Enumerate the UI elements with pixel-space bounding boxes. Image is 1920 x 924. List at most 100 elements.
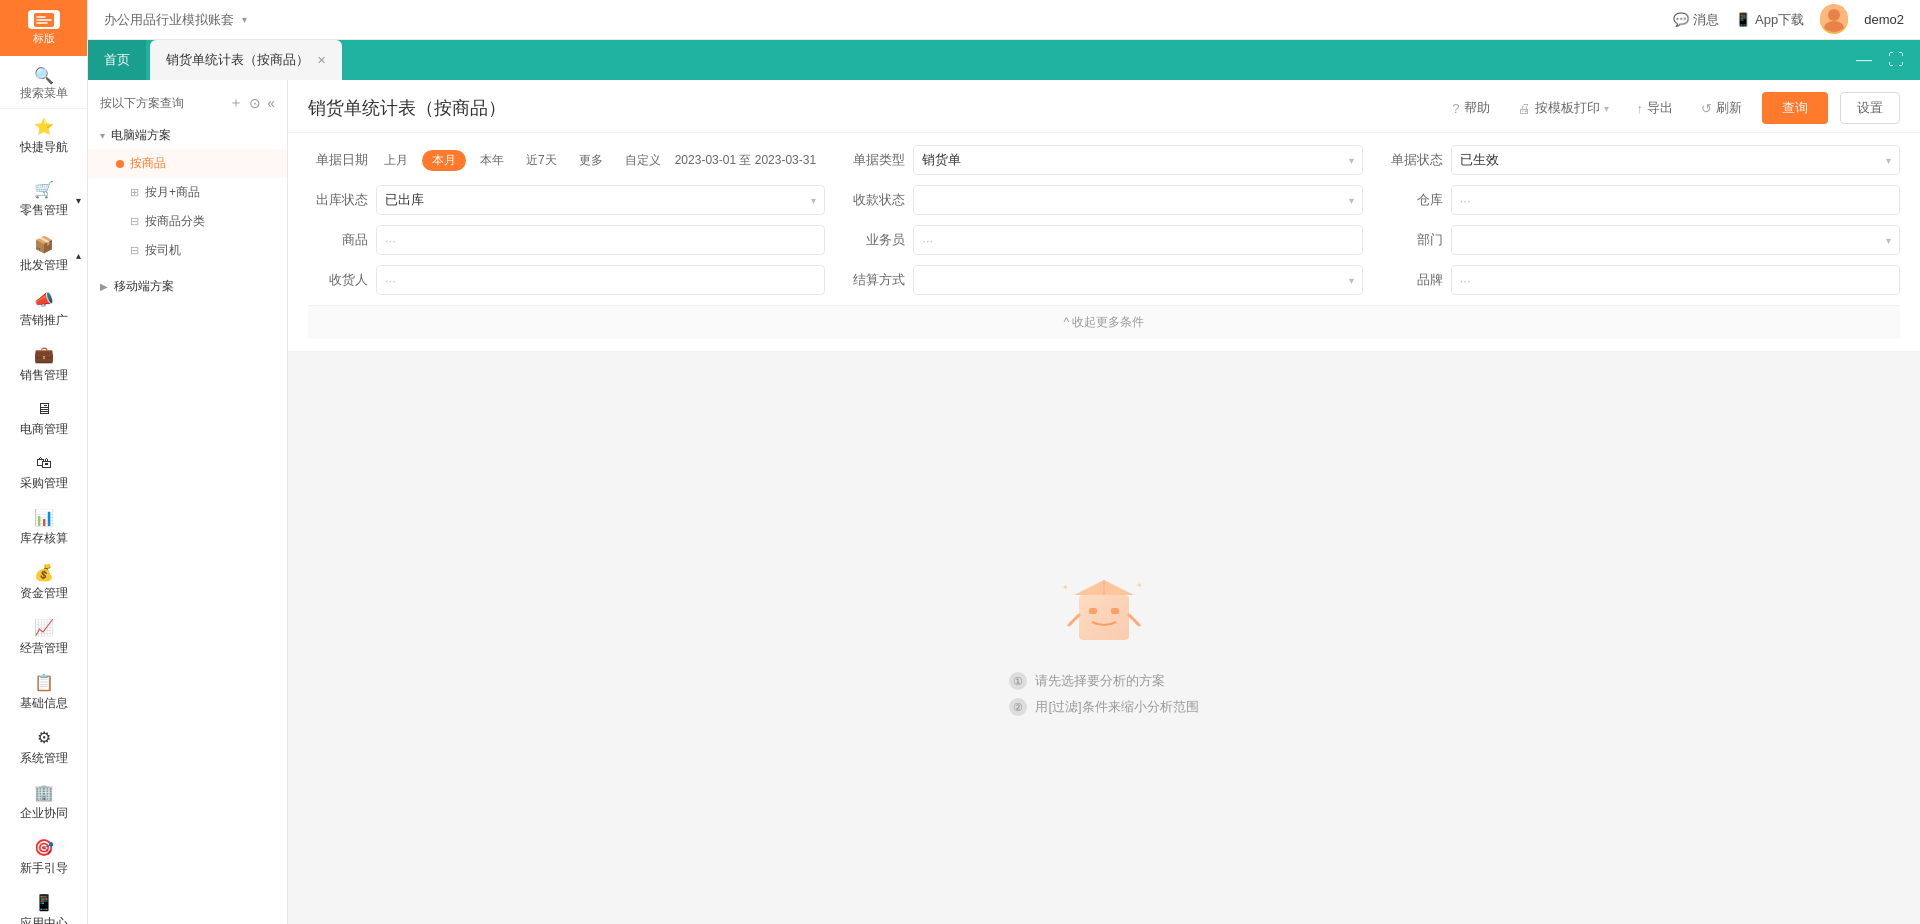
app-subtitle: 标版 xyxy=(33,31,55,46)
user-name: demo2 xyxy=(1864,12,1904,27)
purchase-label: 采购管理 xyxy=(20,475,68,492)
tree-mobile-title[interactable]: ▶ 移动端方案 xyxy=(88,273,287,300)
by-machine-label: 按司机 xyxy=(145,242,181,259)
sidebar-item-basic-info[interactable]: 📋 基础信息 xyxy=(0,665,87,720)
print-btn[interactable]: 🖨 按模板打印 ▾ xyxy=(1510,95,1617,121)
marketing-icon: 📣 xyxy=(34,290,54,309)
sidebar-item-app-center[interactable]: 📱 应用中心 xyxy=(0,885,87,924)
help-btn[interactable]: ? 帮助 xyxy=(1444,95,1497,121)
out-status-label: 出库状态 xyxy=(308,191,376,209)
brand-dots: ··· xyxy=(1460,273,1471,288)
salesperson-dots: ··· xyxy=(922,233,933,248)
tree-item-by-month-product[interactable]: ⊞ 按月+商品 xyxy=(88,178,287,207)
export-icon: ↑ xyxy=(1637,101,1644,116)
sales-icon: 💼 xyxy=(34,345,54,364)
sidebar-item-ecommerce[interactable]: 🖥 电商管理 xyxy=(0,392,87,446)
shortcut-more[interactable]: 更多 xyxy=(571,150,611,171)
tree-desktop-arrow: ▾ xyxy=(100,130,105,141)
app-download-btn[interactable]: 📱 App下载 xyxy=(1735,11,1804,29)
panel-settings-icon[interactable]: ⊙ xyxy=(249,95,261,111)
tab-bar-right-actions: — ⛶ xyxy=(1852,47,1920,73)
collapse-bar[interactable]: ^ 收起更多条件 xyxy=(308,305,1900,339)
svg-line-9 xyxy=(1129,615,1139,625)
doc-type-select[interactable]: 销货单 ▾ xyxy=(913,145,1362,175)
department-select[interactable]: ▾ xyxy=(1451,225,1900,255)
salesperson-select[interactable]: ··· xyxy=(913,225,1362,255)
sidebar-item-operations[interactable]: 📈 经营管理 xyxy=(0,610,87,665)
sub-icon-2: ⊟ xyxy=(130,215,139,228)
product-control: ··· xyxy=(376,225,825,255)
settlement-arrow: ▾ xyxy=(1349,275,1354,286)
shortcut-this-year[interactable]: 本年 xyxy=(472,150,512,171)
tab-maximize-btn[interactable]: ⛶ xyxy=(1884,47,1908,73)
filter-product-unit: 商品 ··· xyxy=(308,225,825,255)
filter-salesperson-unit: 业务员 ··· xyxy=(825,225,1362,255)
payment-status-select[interactable]: ▾ xyxy=(913,185,1362,215)
print-dropdown-icon: ▾ xyxy=(1604,103,1609,114)
main-content: ✦ ✦ · ① 请先选择要分析的方案 ② 用[过滤]条件来缩小分析范围 xyxy=(288,352,1920,924)
filter-date-unit: 单据日期 上月 本月 本年 近7天 更多 自定义 2023-03-01 至 20… xyxy=(308,150,825,171)
avatar-image xyxy=(1820,4,1848,35)
print-icon: 🖨 xyxy=(1518,101,1531,116)
breadcrumb-text: 办公用品行业模拟账套 xyxy=(104,11,234,29)
tab-minimize-btn[interactable]: — xyxy=(1852,47,1876,73)
brand-select[interactable]: ··· xyxy=(1451,265,1900,295)
tab-home[interactable]: 首页 xyxy=(88,40,146,80)
product-select[interactable]: ··· xyxy=(376,225,825,255)
receiver-control: ··· xyxy=(376,265,825,295)
doc-status-select[interactable]: 已生效 ▾ xyxy=(1451,145,1900,175)
sidebar-item-retail[interactable]: 🛒 零售管理 ▾ xyxy=(0,172,87,227)
filter-row-4: 收货人 ··· 结算方式 ▾ xyxy=(308,265,1900,295)
panel-add-icon[interactable]: ＋ xyxy=(229,94,243,112)
shortcut-last-7[interactable]: 近7天 xyxy=(518,150,565,171)
filter-area: 单据日期 上月 本月 本年 近7天 更多 自定义 2023-03-01 至 20… xyxy=(288,133,1920,352)
shortcut-last-month[interactable]: 上月 xyxy=(376,150,416,171)
tree-mobile-arrow: ▶ xyxy=(100,281,108,292)
refresh-btn[interactable]: ↺ 刷新 xyxy=(1693,95,1750,121)
sidebar-item-newcomer[interactable]: 🎯 新手引导 xyxy=(0,830,87,885)
quick-nav-label: 快捷导航 xyxy=(20,139,68,156)
message-btn[interactable]: 💬 消息 xyxy=(1673,11,1719,29)
sidebar-item-enterprise[interactable]: 🏢 企业协同 xyxy=(0,775,87,830)
sidebar-item-quick-nav[interactable]: ⭐ 快捷导航 xyxy=(0,109,87,164)
out-status-select[interactable]: 已出库 ▾ xyxy=(376,185,825,215)
sidebar-item-system[interactable]: ⚙ 系统管理 xyxy=(0,720,87,775)
panel-collapse-icon[interactable]: « xyxy=(267,95,275,111)
tip-num-2: ② xyxy=(1009,698,1027,716)
help-icon: ? xyxy=(1452,101,1459,116)
out-status-control: 已出库 ▾ xyxy=(376,185,825,215)
export-btn[interactable]: ↑ 导出 xyxy=(1629,95,1682,121)
sidebar-search-item[interactable]: 🔍 搜索菜单 xyxy=(0,56,87,109)
app-center-label: 应用中心 xyxy=(20,915,68,924)
warehouse-select[interactable]: ··· xyxy=(1451,185,1900,215)
content-area: 按以下方案查询 ＋ ⊙ « ▾ 电脑端方案 按商品 ⊞ 按月+ xyxy=(88,80,1920,924)
shortcut-this-month[interactable]: 本月 xyxy=(422,150,466,171)
filter-payment-status-unit: 收款状态 ▾ xyxy=(825,185,1362,215)
sidebar-item-marketing[interactable]: 📣 营销推广 xyxy=(0,282,87,337)
tree-item-by-product[interactable]: 按商品 xyxy=(88,149,287,178)
sidebar-item-wholesale[interactable]: 📦 批发管理 ▴ xyxy=(0,227,87,282)
query-btn[interactable]: 查询 xyxy=(1762,92,1828,124)
brand-control: ··· xyxy=(1451,265,1900,295)
receiver-select[interactable]: ··· xyxy=(376,265,825,295)
shortcut-custom[interactable]: 自定义 xyxy=(617,150,669,171)
settlement-select[interactable]: ▾ xyxy=(913,265,1362,295)
payment-status-label: 收款状态 xyxy=(845,191,913,209)
wholesale-label: 批发管理 xyxy=(20,257,68,274)
breadcrumb-dropdown-icon[interactable]: ▾ xyxy=(242,14,247,25)
sidebar-item-sales[interactable]: 💼 销售管理 xyxy=(0,337,87,392)
user-avatar[interactable] xyxy=(1820,6,1848,34)
tree-item-by-category[interactable]: ⊟ 按商品分类 xyxy=(88,207,287,236)
tab-close-icon[interactable]: ✕ xyxy=(317,54,326,67)
filter-doc-type-unit: 单据类型 销货单 ▾ xyxy=(825,145,1362,175)
doc-status-control: 已生效 ▾ xyxy=(1451,145,1900,175)
sidebar-item-inventory[interactable]: 📊 库存核算 xyxy=(0,500,87,555)
sidebar-item-purchase[interactable]: 🛍 采购管理 xyxy=(0,446,87,500)
top-header: 办公用品行业模拟账套 ▾ 💬 消息 📱 App下载 xyxy=(88,0,1920,40)
sidebar-item-finance[interactable]: 💰 资金管理 xyxy=(0,555,87,610)
tree-desktop-title[interactable]: ▾ 电脑端方案 xyxy=(88,122,287,149)
tab-sales-stats[interactable]: 销货单统计表（按商品） ✕ xyxy=(150,40,342,80)
settings-btn[interactable]: 设置 xyxy=(1840,92,1900,124)
tree-item-by-machine[interactable]: ⊟ 按司机 xyxy=(88,236,287,265)
filter-row-1: 单据日期 上月 本月 本年 近7天 更多 自定义 2023-03-01 至 20… xyxy=(308,145,1900,175)
